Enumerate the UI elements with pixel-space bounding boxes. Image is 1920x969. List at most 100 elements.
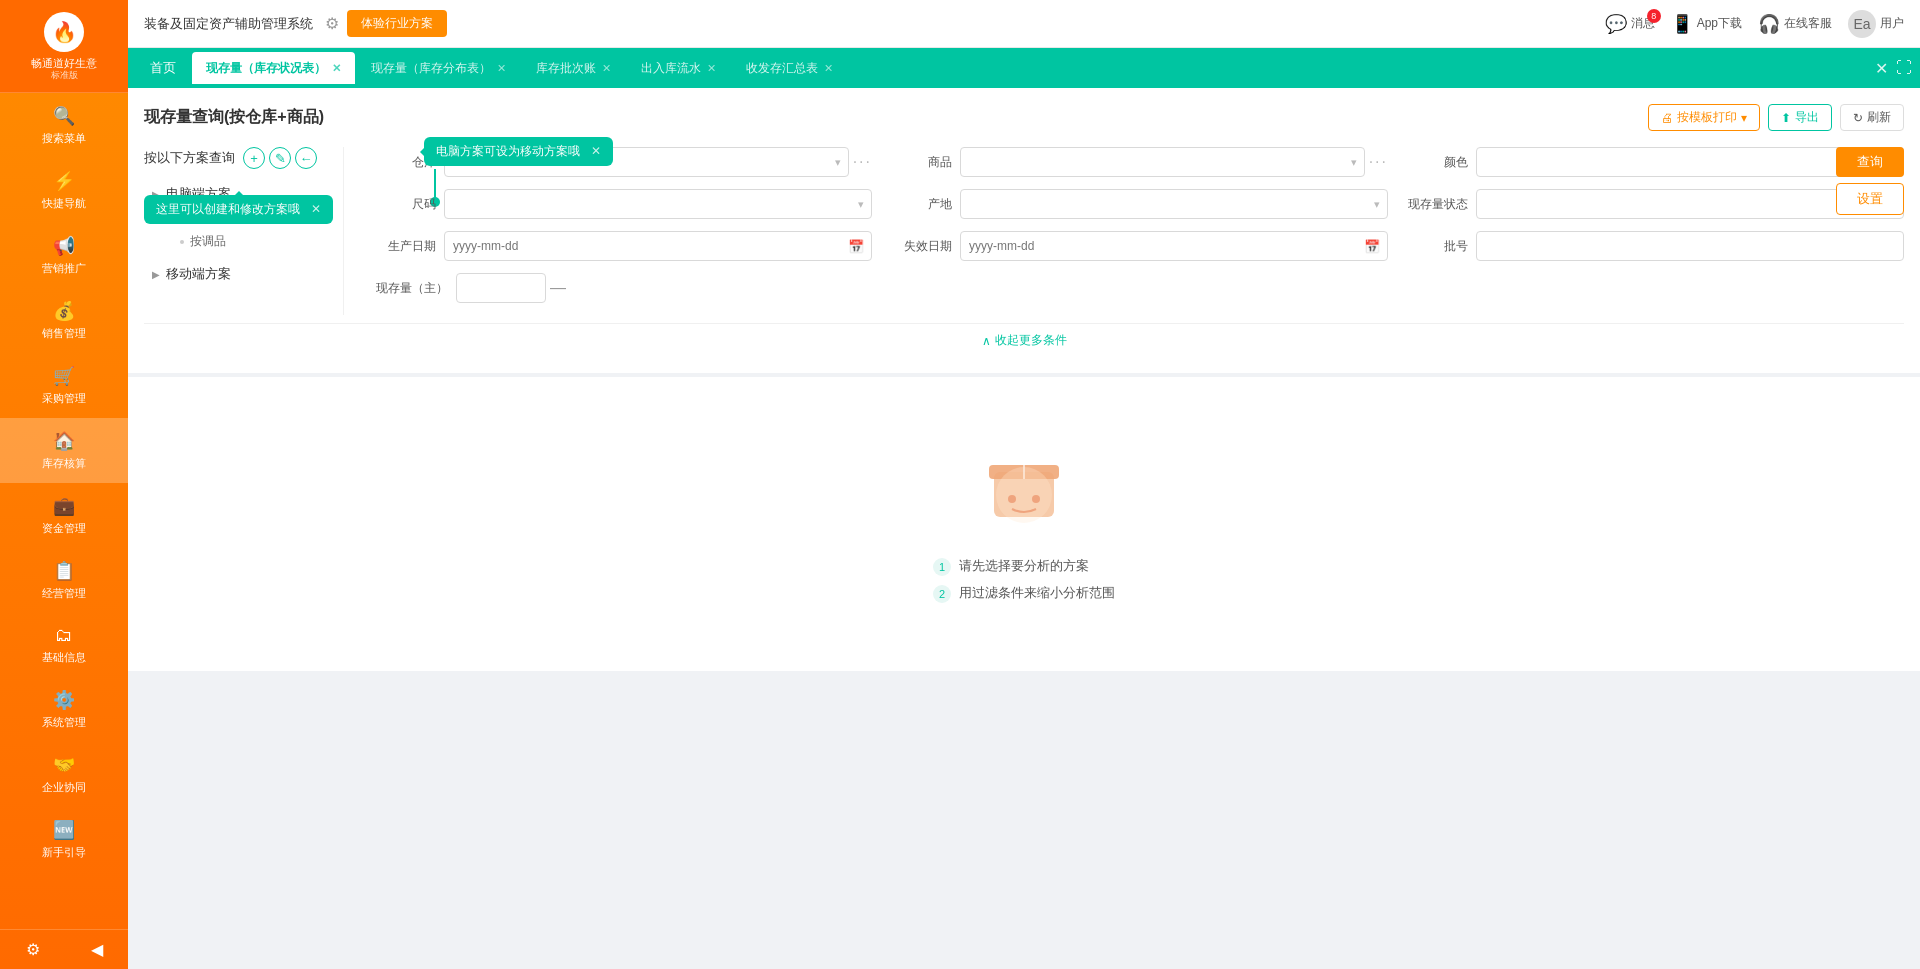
empty-illustration [974, 437, 1074, 537]
topbar-settings-icon[interactable]: ⚙ [325, 14, 339, 33]
size-select[interactable] [444, 189, 872, 219]
tab-summary[interactable]: 收发存汇总表 ✕ [732, 52, 847, 84]
guide-icon: 🆕 [53, 819, 75, 841]
tab-close-inventory-status[interactable]: ✕ [332, 62, 341, 75]
tooltip-scheme-close[interactable]: ✕ [591, 144, 601, 158]
prod-date-input[interactable] [444, 231, 872, 261]
tab-close-summary[interactable]: ✕ [824, 62, 833, 75]
quicknav-icon: ⚡ [53, 170, 75, 192]
export-icon: ⬆ [1781, 111, 1791, 125]
step-2-text: 用过滤条件来缩小分析范围 [959, 584, 1115, 602]
search-btn-group: 查询 设置 [1836, 147, 1904, 215]
message-btn[interactable]: 💬 消息 8 [1605, 13, 1655, 35]
prod-date-calendar-icon[interactable]: 📅 [848, 239, 864, 254]
edit-scheme-btn[interactable]: ✎ [269, 147, 291, 169]
origin-label: 产地 [892, 196, 952, 213]
collapse-sidebar-btn[interactable]: ◀ [91, 940, 103, 959]
sidebar-item-finance[interactable]: 💼 资金管理 [0, 483, 128, 548]
page-title: 现存量查询(按仓库+商品) [144, 107, 324, 128]
sidebar-item-enterprise[interactable]: 🤝 企业协同 [0, 742, 128, 807]
online-service-btn[interactable]: 🎧 在线客服 [1758, 13, 1832, 35]
message-badge: 8 [1647, 9, 1661, 23]
sidebar-item-basics[interactable]: 🗂 基础信息 [0, 613, 128, 677]
field-inv-status: 现存量状态 [1408, 189, 1904, 219]
collapse-bar[interactable]: ∧ 收起更多条件 [144, 323, 1904, 357]
exp-date-calendar-icon[interactable]: 📅 [1364, 239, 1380, 254]
warehouse-dots[interactable]: ··· [853, 153, 872, 171]
tab-inventory-dist[interactable]: 现存量（库存分布表） ✕ [357, 52, 520, 84]
app-download-btn[interactable]: 📱 App下载 [1671, 13, 1742, 35]
batch-input[interactable] [1476, 231, 1904, 261]
logo-icon: 🔥 [44, 12, 84, 52]
settings-footer-btn[interactable]: ⚙ [26, 940, 40, 959]
topbar: 装备及固定资产辅助管理系统 ⚙ 体验行业方案 💬 消息 8 📱 App下载 🎧 … [128, 0, 1920, 48]
exp-date-input[interactable] [960, 231, 1388, 261]
sidebar-item-quicknav[interactable]: ⚡ 快捷导航 [0, 158, 128, 223]
query-header-icons: + ✎ ← [243, 147, 317, 169]
btn-reset[interactable]: 设置 [1836, 183, 1904, 215]
goods-dots[interactable]: ··· [1369, 153, 1388, 171]
tab-batch-account[interactable]: 库存批次账 ✕ [522, 52, 625, 84]
collapse-label: 收起更多条件 [995, 332, 1067, 349]
basics-icon: 🗂 [55, 625, 73, 646]
purchase-icon: 🛒 [53, 365, 75, 387]
avatar-text: Ea [1853, 16, 1870, 32]
btn-search[interactable]: 查询 [1836, 147, 1904, 177]
btn-template-print[interactable]: 🖨 按模板打印 ▾ [1648, 104, 1760, 131]
tab-label-summary: 收发存汇总表 [746, 60, 818, 77]
main-area: 装备及固定资产辅助管理系统 ⚙ 体验行业方案 💬 消息 8 📱 App下载 🎧 … [128, 0, 1920, 969]
query-row-2: 尺码 产地 现存量状态 [360, 189, 1904, 219]
sidebar-item-guide[interactable]: 🆕 新手引导 [0, 807, 128, 872]
user-btn[interactable]: Ea 用户 [1848, 10, 1904, 38]
tooltip-create: 这里可以创建和修改方案哦 ✕ [144, 195, 333, 224]
add-scheme-btn[interactable]: + [243, 147, 265, 169]
btn-refresh[interactable]: ↻ 刷新 [1840, 104, 1904, 131]
prev-scheme-btn[interactable]: ← [295, 147, 317, 169]
marketing-icon: 📢 [53, 235, 75, 257]
tab-home[interactable]: 首页 [136, 59, 190, 77]
tab-label-flow: 出入库流水 [641, 60, 701, 77]
step-num-2: 2 [933, 585, 951, 603]
topbar-right: 💬 消息 8 📱 App下载 🎧 在线客服 Ea 用户 [1605, 10, 1904, 38]
sidebar-nav: 🔍 搜索菜单 ⚡ 快捷导航 📢 营销推广 💰 销售管理 🛒 采购管理 🏠 库存核… [0, 93, 128, 929]
sidebar-item-operations[interactable]: 📋 经营管理 [0, 548, 128, 613]
tab-close-all-btn[interactable]: ✕ [1875, 59, 1888, 78]
step-1-text: 请先选择要分析的方案 [959, 557, 1089, 575]
inventory-icon: 🏠 [53, 430, 75, 452]
experience-btn[interactable]: 体验行业方案 [347, 10, 447, 37]
tab-inventory-status[interactable]: 现存量（库存状况表） ✕ [192, 52, 355, 84]
tab-close-inventory-dist[interactable]: ✕ [497, 62, 506, 75]
sidebar-item-system[interactable]: ⚙️ 系统管理 [0, 677, 128, 742]
tab-flow[interactable]: 出入库流水 ✕ [627, 52, 730, 84]
user-label: 用户 [1880, 15, 1904, 32]
scheme-sub-item-2[interactable]: 按调品 [172, 230, 331, 253]
field-prod-date: 生产日期 📅 [376, 231, 872, 261]
tab-maximize-btn[interactable]: ⛶ [1896, 59, 1912, 78]
field-color: 颜色 [1408, 147, 1904, 177]
sidebar-item-search[interactable]: 🔍 搜索菜单 [0, 93, 128, 158]
tab-close-flow[interactable]: ✕ [707, 62, 716, 75]
page-content: 现存量查询(按仓库+商品) 🖨 按模板打印 ▾ ⬆ 导出 ↻ 刷新 [128, 88, 1920, 969]
sidebar-item-purchase[interactable]: 🛒 采购管理 [0, 353, 128, 418]
origin-select[interactable] [960, 189, 1388, 219]
sidebar-item-sales[interactable]: 💰 销售管理 [0, 288, 128, 353]
scheme-group-mobile: ▶ 移动端方案 [152, 261, 331, 287]
prod-date-label: 生产日期 [376, 238, 436, 255]
tab-close-batch-account[interactable]: ✕ [602, 62, 611, 75]
sidebar-item-inventory[interactable]: 🏠 库存核算 [0, 418, 128, 483]
step-num-1: 1 [933, 558, 951, 576]
exp-date-label: 失效日期 [892, 238, 952, 255]
enterprise-icon: 🤝 [53, 754, 75, 776]
goods-select[interactable] [960, 147, 1365, 177]
inv-main-from-input[interactable] [456, 273, 546, 303]
svg-point-5 [996, 467, 1052, 523]
query-row-4: 现存量（主） — [360, 273, 1904, 303]
sidebar-footer: ⚙ ◀ [0, 929, 128, 969]
tab-actions: ✕ ⛶ [1875, 59, 1912, 78]
scheme-group-mobile-header[interactable]: ▶ 移动端方案 [152, 261, 331, 287]
sidebar-item-marketing[interactable]: 📢 营销推广 [0, 223, 128, 288]
tooltip-create-close[interactable]: ✕ [311, 202, 321, 216]
query-header: 按以下方案查询 + ✎ ← 电脑方案可设为移动方案哦 ✕ [144, 147, 331, 169]
btn-export[interactable]: ⬆ 导出 [1768, 104, 1832, 131]
field-inv-main: 现存量（主） — [376, 273, 872, 303]
